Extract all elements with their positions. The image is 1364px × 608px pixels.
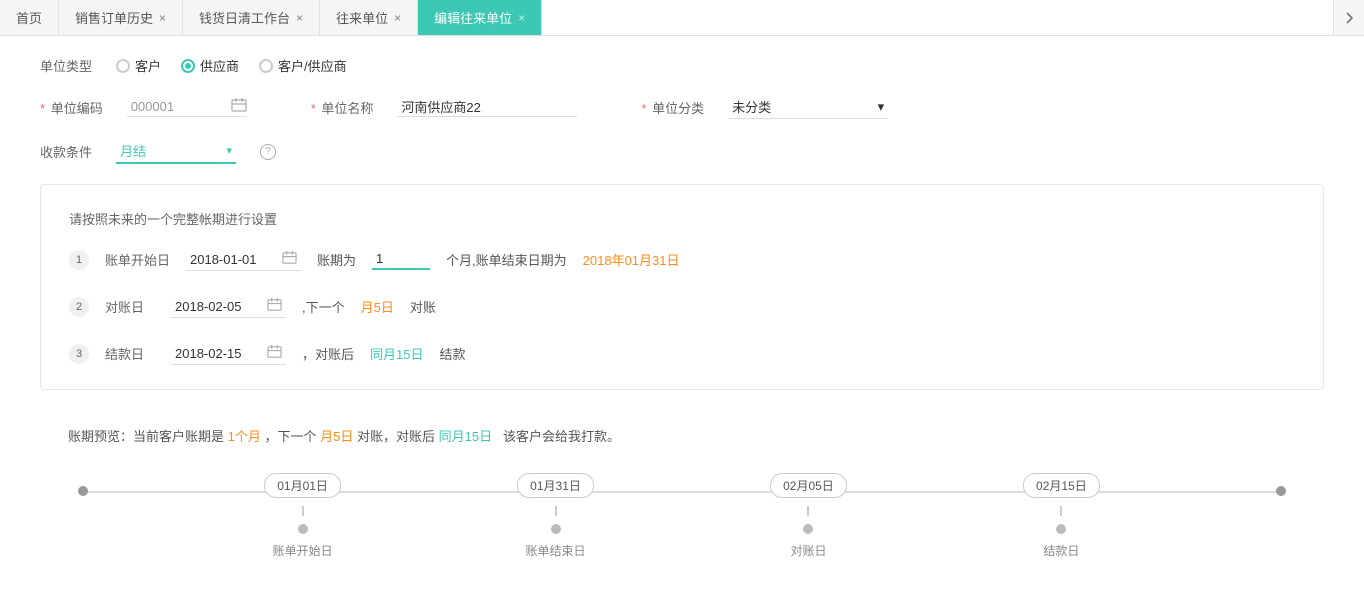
row2-before-text: ,下一个 <box>302 297 345 316</box>
payment-label: 收款条件 <box>40 142 92 161</box>
main-content: 单位类型 客户 供应商 客户/供应商 * 单位编码 <box>0 36 1364 608</box>
date-input-2 <box>171 295 286 318</box>
timeline-node-2: 01月31日 账单结束日 <box>517 473 594 559</box>
close-tab-sales-history[interactable]: × <box>159 11 166 25</box>
radio-circle-both <box>259 59 273 73</box>
node-label-2: 账单结束日 <box>526 542 586 559</box>
radio-customer[interactable]: 客户 <box>116 56 161 75</box>
radio-supplier[interactable]: 供应商 <box>181 56 239 75</box>
radio-both[interactable]: 客户/供应商 <box>259 56 347 75</box>
row2-highlight: 月5日 <box>361 297 394 316</box>
tab-sales-history[interactable]: 销售订单历史 × <box>59 0 183 35</box>
row-num-3: 3 <box>69 344 89 364</box>
timeline: 01月01日 账单开始日 01月31日 账单结束日 02月05日 <box>68 473 1296 559</box>
close-tab-cash-work[interactable]: × <box>296 11 303 25</box>
radio-circle-customer <box>116 59 130 73</box>
unit-type-radio-group: 客户 供应商 客户/供应商 <box>116 56 347 75</box>
node-dot-3 <box>803 524 813 534</box>
row3-before-text: ，对账后 <box>302 344 354 363</box>
tab-partner[interactable]: 往来单位 × <box>320 0 418 35</box>
period-row-3: 3 结款日 ，对账后 同月15日 结款 <box>69 342 1295 365</box>
timeline-node-3: 02月05日 对账日 <box>770 473 847 559</box>
row-num-2: 2 <box>69 297 89 317</box>
row2-after-text: 对账 <box>410 297 436 316</box>
unit-category-label: * 单位分类 <box>641 98 704 117</box>
node-dot-2 <box>551 524 561 534</box>
date-field-1[interactable] <box>190 252 278 267</box>
timeline-left-dot <box>78 486 88 496</box>
date-field-2[interactable] <box>175 299 263 314</box>
unit-code-field <box>127 97 247 117</box>
calendar-icon-3[interactable] <box>267 344 282 362</box>
close-tab-partner[interactable]: × <box>394 11 401 25</box>
node-date-3: 02月05日 <box>770 473 847 498</box>
node-date-4: 02月15日 <box>1023 473 1100 498</box>
unit-code-input[interactable] <box>127 97 227 116</box>
unit-name-label: * 单位名称 <box>311 98 374 117</box>
preview-section: 账期预览：当前客户账期是 1个月 ，下一个 月5日 对账，对账后 同月15日 该… <box>40 410 1324 575</box>
row3-after-text: 结款 <box>439 344 465 363</box>
date-field-3[interactable] <box>175 346 263 361</box>
date-input-1 <box>186 248 301 271</box>
tab-home[interactable]: 首页 <box>0 0 59 35</box>
date-input-3 <box>171 342 286 365</box>
timeline-nodes: 01月01日 账单开始日 01月31日 账单结束日 02月05日 <box>78 473 1286 559</box>
row-label-3: 结款日 <box>105 344 155 363</box>
timeline-dot-left <box>78 486 88 496</box>
chevron-down-icon: ▾ <box>878 99 885 115</box>
node-label-3: 对账日 <box>790 542 826 559</box>
preview-text: 账期预览：当前客户账期是 1个月 ，下一个 月5日 对账，对账后 同月15日 该… <box>68 426 1296 445</box>
unit-type-row: 单位类型 客户 供应商 客户/供应商 <box>40 56 1324 75</box>
node-label-1: 账单开始日 <box>273 542 333 559</box>
row1-after-text: 个月,账单结束日期为 <box>446 250 567 269</box>
timeline-node-4: 02月15日 结款日 <box>1023 473 1100 559</box>
unit-code-label: * 单位编码 <box>40 98 103 117</box>
payment-chevron-icon: ▾ <box>226 144 232 157</box>
node-date-1: 01月01日 <box>264 473 341 498</box>
month-input[interactable] <box>376 251 426 266</box>
unit-info-row: * 单位编码 * 单位名称 * 单位分类 未分类 ▾ <box>40 95 1324 119</box>
row-label-1: 账单开始日 <box>105 250 170 269</box>
unit-type-label: 单位类型 <box>40 56 92 75</box>
close-tab-edit-partner[interactable]: × <box>518 11 525 25</box>
row-label-2: 对账日 <box>105 297 155 316</box>
tab-cash-work[interactable]: 钱货日清工作台 × <box>183 0 320 35</box>
node-dot-4 <box>1056 524 1066 534</box>
radio-circle-supplier <box>181 59 195 73</box>
period-row-2: 2 对账日 ,下一个 月5日 对账 <box>69 295 1295 318</box>
help-icon[interactable]: ? <box>260 144 276 160</box>
unit-name-input[interactable] <box>397 97 577 117</box>
row-num-1: 1 <box>69 250 89 270</box>
period-row-1: 1 账单开始日 账期为 个月,账单结束日期为 2018年01月31日 <box>69 248 1295 271</box>
row1-highlight-date: 2018年01月31日 <box>583 250 680 269</box>
payment-row: 收款条件 月结 ▾ ? <box>40 139 1324 164</box>
period-card: 请按照未来的一个完整帐期进行设置 1 账单开始日 账期为 个月,账单结束日期为 … <box>40 184 1324 390</box>
card-title: 请按照未来的一个完整帐期进行设置 <box>69 209 1295 228</box>
unit-category-select[interactable]: 未分类 ▾ <box>728 95 888 119</box>
tab-more-arrow[interactable] <box>1333 0 1364 35</box>
timeline-node-1: 01月01日 账单开始日 <box>264 473 341 559</box>
timeline-dot-right <box>1276 486 1286 496</box>
calendar-icon-2[interactable] <box>267 297 282 315</box>
node-label-4: 结款日 <box>1043 542 1079 559</box>
unit-code-icon[interactable] <box>231 97 247 116</box>
node-dot-1 <box>298 524 308 534</box>
node-date-2: 01月31日 <box>517 473 594 498</box>
month-input-wrap <box>372 249 430 270</box>
tab-edit-partner[interactable]: 编辑往来单位 × <box>418 0 542 35</box>
row1-before-text: 账期为 <box>317 250 356 269</box>
row3-highlight: 同月15日 <box>370 344 423 363</box>
timeline-right-dot <box>1276 486 1286 496</box>
calendar-icon-1[interactable] <box>282 250 297 268</box>
tab-bar: 首页 销售订单历史 × 钱货日清工作台 × 往来单位 × 编辑往来单位 × <box>0 0 1364 36</box>
payment-select[interactable]: 月结 ▾ <box>116 139 236 164</box>
